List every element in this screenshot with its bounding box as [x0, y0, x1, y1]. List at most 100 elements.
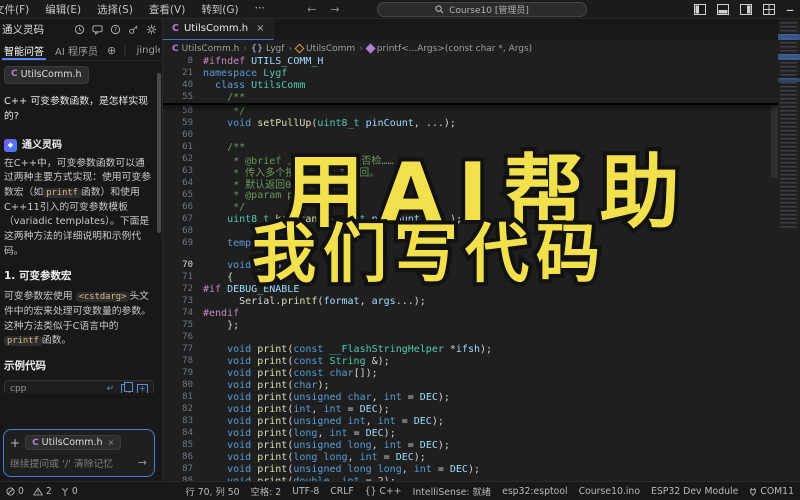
- code-line: 8#ifndef UTILS_COMM_H: [163, 55, 778, 67]
- line-number: 76: [163, 332, 203, 342]
- menu-item[interactable]: 转到(G): [193, 2, 246, 17]
- bot-name: 通义灵码: [22, 138, 62, 153]
- toggle-secondary-sidebar-icon[interactable]: [740, 4, 752, 15]
- insert-code-icon[interactable]: ↵: [106, 383, 114, 393]
- code-line: 78 void print(const String &);: [163, 355, 778, 367]
- port-icon: [61, 487, 69, 496]
- line-number: 74: [163, 308, 203, 318]
- answer-heading-1: 1. 可变参数宏: [4, 269, 154, 285]
- feedback-icon[interactable]: [92, 24, 103, 35]
- breadcrumb-separator: ›: [243, 44, 247, 54]
- toggle-panel-icon[interactable]: [717, 4, 729, 15]
- ports-indicator[interactable]: 0: [61, 486, 78, 497]
- title-bar: 文件(F)编辑(E)选择(S)查看(V)转到(G)⋯ ← → Course10 …: [0, 0, 800, 19]
- breadcrumb-item[interactable]: printf<...Args>(const char *, Args): [367, 44, 532, 54]
- errors-indicator[interactable]: 0: [6, 486, 24, 497]
- close-icon[interactable]: ×: [256, 23, 264, 34]
- menu-item[interactable]: 查看(V): [141, 2, 193, 17]
- code-line: 82 void print(int, int = DEC);: [163, 403, 778, 415]
- command-center-label: Course10 [管理员]: [449, 3, 529, 16]
- status-item[interactable]: COM11: [749, 486, 794, 497]
- line-number: 85: [163, 440, 203, 450]
- tab-utilscomm-h[interactable]: C UtilsComm.h ×: [163, 18, 274, 40]
- line-number: 81: [163, 392, 203, 402]
- menu-item[interactable]: 选择(S): [89, 2, 141, 17]
- tab-ai-coder[interactable]: AI 程序员: [53, 40, 100, 60]
- code-line: 83 void print(unsigned int, int = DEC);: [163, 415, 778, 427]
- breadcrumb-item[interactable]: {}Lygf: [251, 44, 285, 54]
- line-number: 72: [163, 284, 203, 294]
- line-number: 70: [163, 260, 203, 270]
- code-line: 21namespace Lygf: [163, 67, 778, 79]
- status-item[interactable]: {} C++: [365, 486, 402, 497]
- line-number: 77: [163, 344, 203, 354]
- line-number: 87: [163, 464, 203, 474]
- namespace-icon: {}: [251, 44, 263, 54]
- line-number: 78: [163, 356, 203, 366]
- nav-back-button[interactable]: ←: [307, 3, 316, 16]
- help-icon[interactable]: ?: [110, 24, 121, 35]
- code-line: 85 void print(unsigned long, int = DEC);: [163, 439, 778, 451]
- customize-layout-icon[interactable]: [763, 4, 775, 15]
- chat-input-box[interactable]: + C UtilsComm.h × 继续提问或 '/' 清除记忆 →: [3, 429, 155, 477]
- menu-item[interactable]: 文件(F): [0, 2, 37, 17]
- account-name: jingle_guan...: [137, 45, 160, 56]
- tongyi-logo-icon: ◆: [4, 139, 17, 152]
- history-icon[interactable]: [74, 24, 85, 35]
- breadcrumb-item[interactable]: UtilsComm: [296, 44, 355, 54]
- line-number: 84: [163, 428, 203, 438]
- status-item[interactable]: IntelliSense: 就绪: [413, 484, 492, 498]
- command-center-search[interactable]: Course10 [管理员]: [377, 2, 587, 17]
- nav-forward-button[interactable]: →: [330, 3, 339, 16]
- tongyi-lingma-panel: 通义灵码 ? 智能问答 AI 程序员 ⊕ |: [0, 18, 163, 481]
- context-file-chip[interactable]: C UtilsComm.h: [4, 66, 89, 84]
- code-line: 84 void print(long, int = DEC);: [163, 427, 778, 439]
- line-number: 79: [163, 368, 203, 378]
- code-line: 40 class UtilsComm: [163, 79, 778, 91]
- menu-item[interactable]: 编辑(E): [37, 2, 89, 17]
- minimize-button[interactable]: –: [786, 0, 794, 19]
- status-item[interactable]: 行 70, 列 50: [185, 484, 239, 498]
- send-icon[interactable]: →: [138, 456, 147, 469]
- code-line: 55 /**: [163, 91, 778, 103]
- tab-qa[interactable]: 智能问答: [2, 40, 46, 60]
- warnings-indicator[interactable]: 2: [33, 486, 52, 497]
- chat-scroll-area: C UtilsComm.h C++ 可变参数函数，是怎样实现的? ◆ 通义灵码 …: [0, 61, 156, 393]
- code-line: 74#endif: [163, 307, 778, 319]
- answer-heading-2: 示例代码: [4, 359, 154, 375]
- menu-item[interactable]: ⋯: [247, 2, 274, 17]
- breadcrumb-item[interactable]: CUtilsComm.h: [172, 44, 239, 54]
- inline-code: printf: [43, 188, 81, 198]
- status-item[interactable]: 空格: 2: [251, 484, 282, 498]
- key-icon[interactable]: [128, 24, 139, 35]
- account-menu[interactable]: jingle_guan...: [134, 45, 160, 56]
- new-file-icon[interactable]: +: [137, 384, 148, 393]
- status-item[interactable]: esp32:esptool: [502, 486, 568, 497]
- status-bar: 0 2 0 行 70, 列 50 空格: 2 UTF-8 CRLF {} C++ Inte…: [0, 481, 800, 500]
- code-line: 87 void print(unsigned long long, int = …: [163, 463, 778, 475]
- line-number: 55: [163, 92, 203, 102]
- method-icon: [365, 44, 375, 54]
- copy-code-icon[interactable]: [121, 384, 130, 393]
- menu-bar: 文件(F)编辑(E)选择(S)查看(V)转到(G)⋯: [0, 2, 273, 17]
- line-number: 73: [163, 296, 203, 306]
- status-item[interactable]: CRLF: [330, 486, 353, 497]
- toggle-sidebar-icon[interactable]: [694, 4, 706, 15]
- status-item[interactable]: ESP32 Dev Module: [651, 486, 738, 497]
- code-line: 81 void print(unsigned char, int = DEC);: [163, 391, 778, 403]
- add-context-icon[interactable]: +: [10, 436, 20, 450]
- panel-scrollbar[interactable]: [157, 73, 161, 233]
- input-context-chip[interactable]: C UtilsComm.h ×: [25, 435, 121, 450]
- status-item[interactable]: Course10.ino: [579, 486, 640, 497]
- class-icon: [295, 44, 305, 54]
- status-item[interactable]: UTF-8: [292, 486, 319, 497]
- chat-input-placeholder: 继续提问或 '/' 清除记忆: [10, 456, 148, 470]
- line-number: 21: [163, 68, 203, 78]
- minimap[interactable]: [778, 18, 800, 481]
- svg-text:?: ?: [114, 26, 117, 33]
- line-number: 58: [163, 106, 203, 116]
- add-session-icon[interactable]: ⊕: [107, 44, 116, 57]
- settings-gear-icon[interactable]: [146, 24, 157, 35]
- code-line: 75 };: [163, 319, 778, 331]
- chip-close-icon[interactable]: ×: [108, 438, 115, 447]
